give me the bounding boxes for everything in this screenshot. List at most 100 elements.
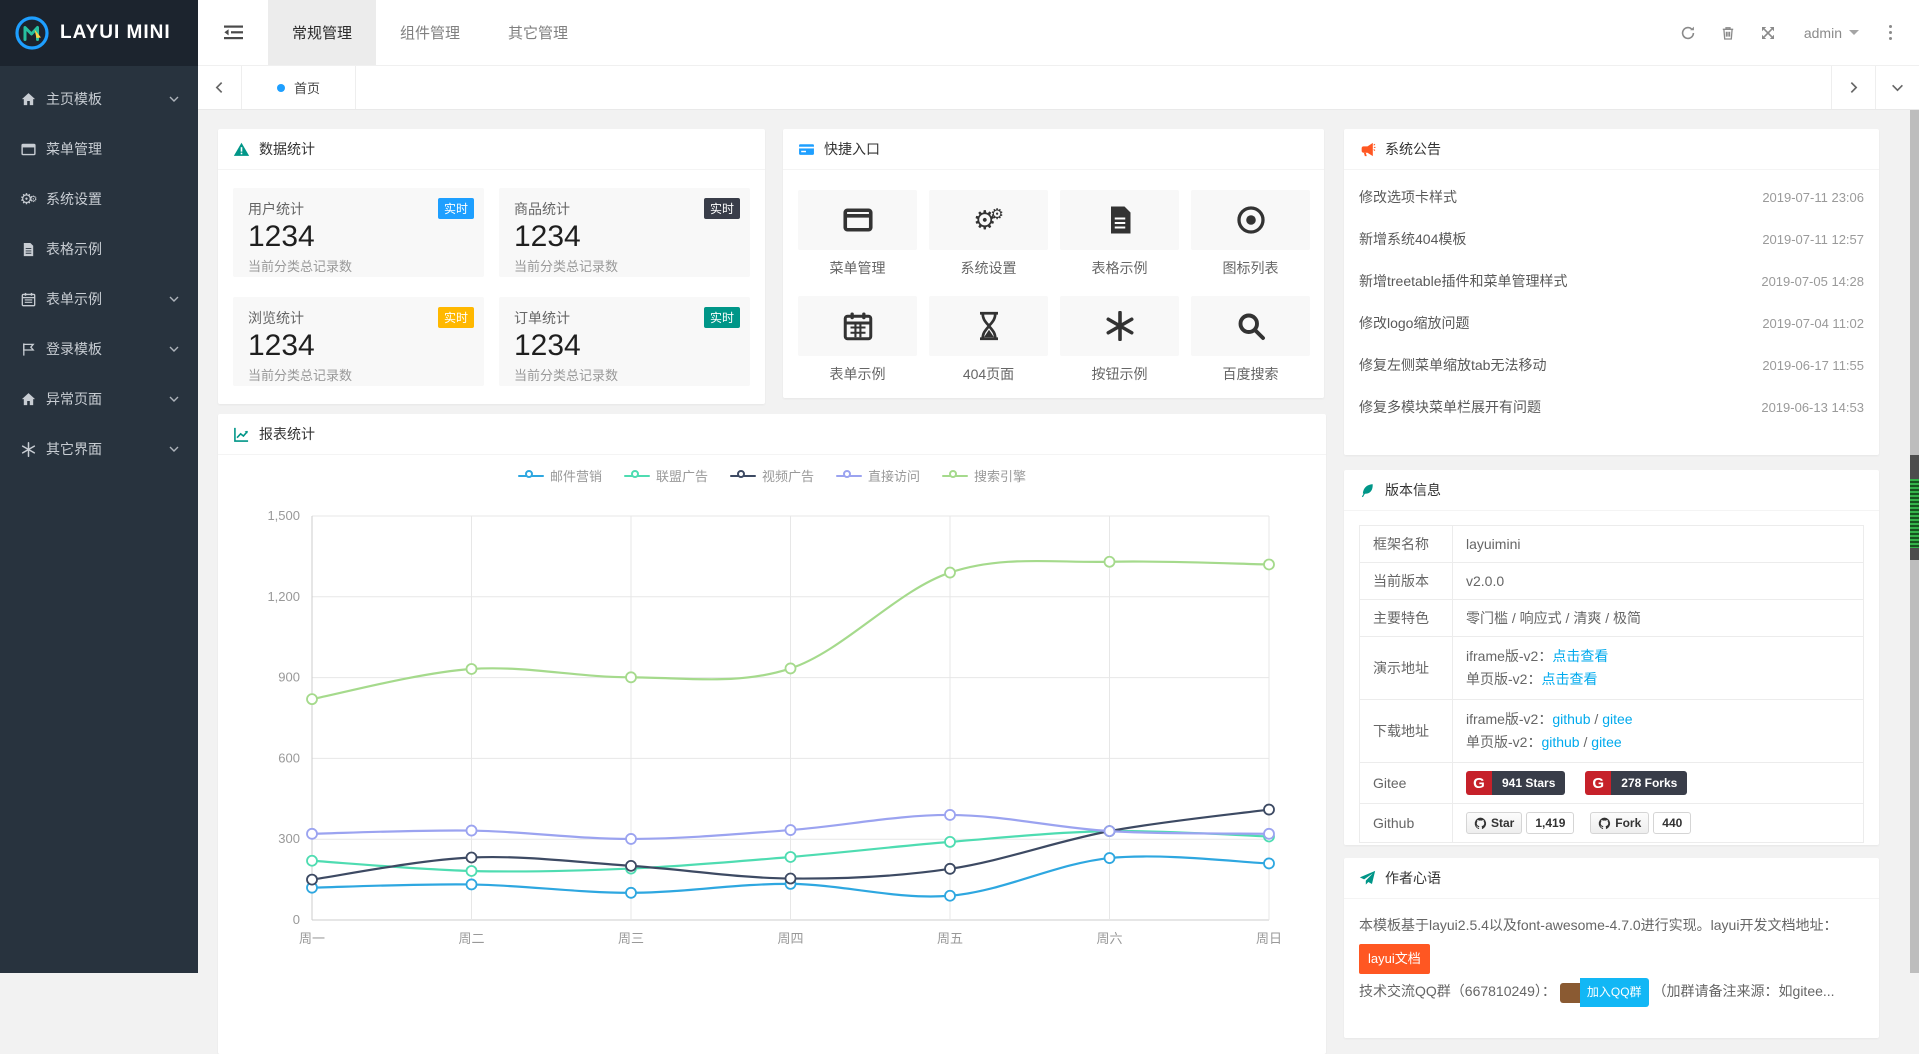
collapse-sidebar-button[interactable] [198,0,268,65]
username: admin [1804,25,1842,41]
sidebar-item-error-pages[interactable]: 异常页面 [0,374,198,424]
gitee-logo: G [1466,771,1492,795]
version-row-label: 下载地址 [1360,700,1453,763]
vertical-scrollbar[interactable] [1910,110,1919,973]
scrollbar-thumb[interactable] [1910,455,1919,560]
tab-scroll-left-button[interactable] [198,66,242,109]
svg-text:周四: 周四 [777,931,803,946]
chart-legend: 邮件营销 联盟广告 视频广告 直接访问 搜索引擎 [218,455,1326,487]
trash-icon[interactable] [1708,0,1748,66]
home-icon [20,391,37,408]
shortcut-form-demo[interactable]: 表单示例 [798,296,917,384]
demo-link-iframe[interactable]: 点击查看 [1552,648,1608,664]
sidebar-item-other-ui[interactable]: 其它界面 [0,424,198,474]
version-row-label: 框架名称 [1360,526,1453,563]
nav-tab-general[interactable]: 常规管理 [268,0,376,65]
announcement-item[interactable]: 新增系统404模板 2019-07-11 12:57 [1359,218,1864,260]
gitee-stars-badge[interactable]: G 941 Stars [1466,771,1565,795]
shortcut-system-settings[interactable]: ⚙⚙ 系统设置 [929,190,1048,278]
user-dropdown[interactable]: admin [1788,25,1875,41]
gitee-logo: G [1585,771,1611,795]
logo[interactable]: LAYUI MINI [0,0,198,66]
github-fork-button[interactable]: Fork [1590,812,1649,834]
announcements-card-title: 系统公告 [1385,139,1441,159]
version-row-label: 主要特色 [1360,600,1453,637]
asterisk-icon [1105,311,1135,341]
home-icon [20,91,37,108]
github-octocat-icon [1474,817,1487,830]
nav-tab-other[interactable]: 其它管理 [484,0,592,65]
version-row-label: Github [1360,804,1453,843]
version-card: 版本信息 框架名称 layuimini 当前版本 v2.0.0 主要特色 零门槛… [1344,470,1879,845]
announcement-item[interactable]: 修改logo缩放问题 2019-07-04 11:02 [1359,302,1864,344]
main-content: 数据统计 用户统计 1234 当前分类总记录数 实时 商品统计 1234 当前分… [198,110,1919,973]
gears-icon: ⚙⚙ [973,207,1004,233]
download-links: iframe版-v2：github / gitee 单页版-v2：github … [1453,700,1864,763]
sidebar-item-home-template[interactable]: 主页模板 [0,74,198,124]
announcement-item[interactable]: 修复左侧菜单缩放tab无法移动 2019-06-17 11:55 [1359,344,1864,386]
sidebar-item-system-settings[interactable]: ⚙⚙ 系统设置 [0,174,198,224]
join-qq-group-badge[interactable]: 加入QQ群 [1560,978,1649,1007]
download-gitee-link[interactable]: gitee [1602,711,1632,727]
download-gitee-link[interactable]: gitee [1591,734,1621,750]
sidebar-item-login-template[interactable]: 登录模板 [0,324,198,374]
shortcut-table-demo[interactable]: 表格示例 [1060,190,1179,278]
refresh-icon[interactable] [1668,0,1708,66]
sidebar-item-menu-management[interactable]: 菜单管理 [0,124,198,174]
announcements-card: 系统公告 修改选项卡样式 2019-07-11 23:06 新增系统404模板 … [1344,129,1879,455]
tab-home[interactable]: 首页 [242,66,356,109]
announcement-item[interactable]: 修复多模块菜单栏展开有问题 2019-06-13 14:53 [1359,386,1864,428]
announcement-item[interactable]: 修改选项卡样式 2019-07-11 23:06 [1359,176,1864,218]
flag-icon [20,341,37,358]
layui-logo-icon [14,15,50,51]
demo-link-spa[interactable]: 点击查看 [1541,671,1597,687]
version-card-title: 版本信息 [1385,480,1441,500]
legend-item-视频广告[interactable]: 视频广告 [730,466,814,485]
framework-name: layuimini [1453,526,1864,563]
github-star-button[interactable]: Star [1466,812,1522,834]
legend-item-联盟广告[interactable]: 联盟广告 [624,466,708,485]
svg-text:1,500: 1,500 [267,508,300,523]
author-line2: 技术交流QQ群（667810249）：加入QQ群（加群请备注来源：如gitee.… [1359,978,1864,1007]
nav-tab-components[interactable]: 组件管理 [376,0,484,65]
shortcut-baidu-search[interactable]: 百度搜索 [1191,296,1310,384]
paper-plane-icon [1359,870,1376,887]
top-navbar: 常规管理 组件管理 其它管理 admin [198,0,1919,66]
leaf-icon [1359,482,1376,499]
report-chart-svg[interactable]: 03006009001,2001,500周一周二周三周四周五周六周日 [233,487,1311,967]
sidebar: LAYUI MINI 主页模板 菜单管理 ⚙⚙ 系统设置 表格示例 表单示例 登… [0,0,198,973]
fullscreen-icon[interactable] [1748,0,1788,66]
sidebar-item-form-demo[interactable]: 表单示例 [0,274,198,324]
active-tab-dot [277,84,285,92]
tab-scroll-right-button[interactable] [1831,66,1875,109]
gitee-forks-badge[interactable]: G 278 Forks [1585,771,1687,795]
qq-avatar [1560,983,1580,1003]
sidebar-item-table-demo[interactable]: 表格示例 [0,224,198,274]
shortcut-404-page[interactable]: 404页面 [929,296,1048,384]
svg-text:1,200: 1,200 [267,588,300,603]
version-row-label: 当前版本 [1360,563,1453,600]
chevron-down-icon [168,393,180,405]
dot-circle-icon [1236,205,1266,235]
legend-item-邮件营销[interactable]: 邮件营销 [518,466,602,485]
shortcut-button-demo[interactable]: 按钮示例 [1060,296,1179,384]
download-github-link[interactable]: github [1552,711,1590,727]
calendar-icon [843,311,873,341]
tab-operations-button[interactable] [1875,66,1919,109]
download-github-link[interactable]: github [1541,734,1579,750]
warning-triangle-icon [233,141,250,158]
caret-down-icon [1849,30,1859,35]
status-badge: 实时 [438,198,474,219]
shortcut-menu-management[interactable]: 菜单管理 [798,190,917,278]
github-star-count[interactable]: 1,419 [1526,812,1574,834]
file-icon [1105,205,1135,235]
layui-docs-button[interactable]: layui文档 [1359,944,1430,975]
more-options-icon[interactable] [1875,0,1905,66]
legend-item-直接访问[interactable]: 直接访问 [836,466,920,485]
legend-marker-icon [836,470,862,482]
announcement-item[interactable]: 新增treetable插件和菜单管理样式 2019-07-05 14:28 [1359,260,1864,302]
legend-item-搜索引擎[interactable]: 搜索引擎 [942,466,1026,485]
svg-text:600: 600 [278,750,300,765]
github-fork-count[interactable]: 440 [1653,812,1691,834]
shortcut-icon-list[interactable]: 图标列表 [1191,190,1310,278]
